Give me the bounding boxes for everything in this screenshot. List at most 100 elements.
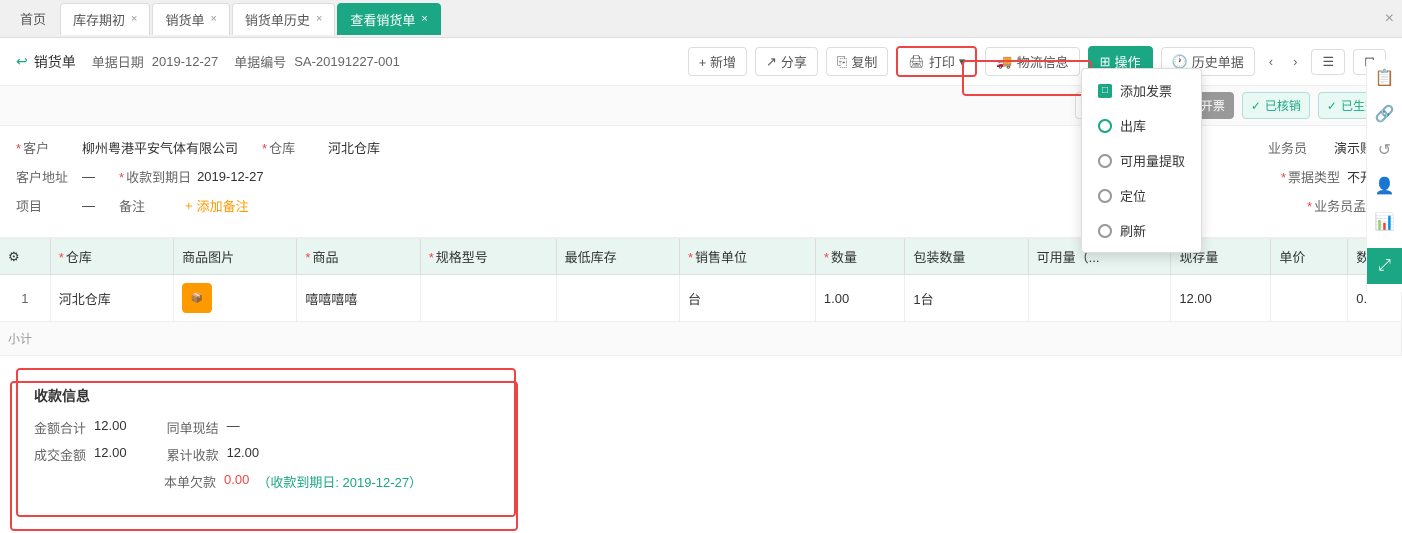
close-window-btn[interactable]: × bbox=[1385, 10, 1394, 28]
row-price bbox=[1271, 275, 1348, 322]
col-min-stock: 最低库存 bbox=[556, 239, 679, 275]
tab-close-view-sales[interactable]: × bbox=[421, 13, 427, 25]
tab-close-sales[interactable]: × bbox=[210, 13, 216, 25]
print-btn[interactable]: 🖨 打印 ▾ bbox=[896, 46, 977, 77]
sidebar-user-icon[interactable]: 👤 bbox=[1375, 176, 1395, 196]
field-group-1: 客户 柳州粤港平安气体有限公司 仓库 河北仓库 bbox=[16, 138, 1260, 157]
staff-label: 业务员 bbox=[1268, 138, 1328, 157]
dropdown-arrow-print: ▾ bbox=[959, 54, 966, 70]
doc-date-label: 单据日期 2019-12-27 bbox=[92, 52, 219, 71]
operations-dropdown: □ 添加发票 出库 可用量提取 定位 刷新 bbox=[1081, 68, 1202, 253]
payment-box: 收款信息 金额合计 12.00 同单现结 — 成交金额 12.00 累计收款 1… bbox=[16, 368, 516, 517]
subtotal-label: 小计 bbox=[0, 322, 1402, 356]
available-icon bbox=[1098, 154, 1112, 168]
doc-title-text: 销货单 bbox=[34, 52, 76, 72]
dropdown-available[interactable]: 可用量提取 bbox=[1082, 143, 1201, 178]
dropdown-add-invoice[interactable]: □ 添加发票 bbox=[1082, 73, 1201, 108]
view-list-btn[interactable]: ☰ bbox=[1311, 49, 1345, 75]
logistics-icon: 🚚 bbox=[996, 54, 1012, 70]
add-note-btn[interactable]: + 添加备注 bbox=[185, 196, 249, 215]
field-project: 项目 — bbox=[16, 196, 95, 215]
warehouse-label: 仓库 bbox=[262, 138, 322, 157]
tab-sales[interactable]: 销货单 × bbox=[152, 3, 229, 35]
payment-date-value[interactable]: 2019-12-27 bbox=[197, 169, 264, 184]
doc-title: ↩ 销货单 bbox=[16, 52, 76, 72]
sidebar-doc-icon[interactable]: 📋 bbox=[1375, 68, 1395, 88]
out-warehouse-icon bbox=[1098, 119, 1112, 133]
project-label: 项目 bbox=[16, 196, 76, 215]
deal-value: 12.00 bbox=[94, 445, 127, 464]
plus-icon: + bbox=[185, 198, 193, 213]
staff2-label: 业务员孟 bbox=[1307, 196, 1367, 215]
check-icon: ✓ bbox=[1251, 99, 1261, 113]
dropdown-locate[interactable]: 定位 bbox=[1082, 178, 1201, 213]
copy-icon: ⎘ bbox=[837, 54, 847, 70]
customer-label: 客户 bbox=[16, 138, 76, 157]
customer-value[interactable]: 柳州粤港平安气体有限公司 bbox=[82, 138, 238, 157]
tab-inventory[interactable]: 库存期初 × bbox=[60, 3, 150, 35]
tab-close-inventory[interactable]: × bbox=[131, 13, 137, 25]
tab-close-sales-history[interactable]: × bbox=[316, 13, 322, 25]
deal-item: 成交金额 12.00 bbox=[34, 445, 127, 464]
due-value: 0.00 bbox=[224, 472, 249, 491]
product-table-container: ⚙ 仓库 商品图片 商品 规格型号 最低库存 销售单位 数量 包装数量 可用量（… bbox=[0, 238, 1402, 356]
field-payment-date: 收款到期日 2019-12-27 bbox=[119, 167, 264, 186]
logistics-btn[interactable]: 🚚 物流信息 bbox=[985, 47, 1079, 76]
row-current: 12.00 bbox=[1171, 275, 1271, 322]
tab-view-sales[interactable]: 查看销货单 × bbox=[337, 3, 440, 35]
sidebar-chart-icon[interactable]: 📊 bbox=[1375, 212, 1395, 232]
add-invoice-icon: □ bbox=[1098, 84, 1112, 98]
payment-row-2: 成交金额 12.00 累计收款 12.00 bbox=[34, 445, 498, 464]
share-icon: ↗ bbox=[766, 54, 777, 70]
field-warehouse: 仓库 河北仓库 bbox=[262, 138, 380, 157]
note-label: 备注 bbox=[119, 196, 179, 215]
table-row: 1 河北仓库 📦 嘻嘻嘻嘻 台 1.00 1台 12.00 0. bbox=[0, 275, 1402, 322]
sidebar-expand-icon[interactable]: ⤢ bbox=[1367, 248, 1402, 284]
due-item: 本单欠款 0.00 （收款到期日: 2019-12-27） bbox=[164, 472, 422, 491]
same-order-value: — bbox=[227, 418, 240, 437]
sidebar-refresh-icon[interactable]: ↺ bbox=[1378, 140, 1391, 160]
payment-row-1: 金额合计 12.00 同单现结 — bbox=[34, 418, 498, 437]
col-settings[interactable]: ⚙ bbox=[0, 239, 50, 275]
row-min-stock bbox=[556, 275, 679, 322]
col-img: 商品图片 bbox=[174, 239, 297, 275]
refresh-icon bbox=[1098, 224, 1112, 238]
right-sidebar: 📋 🔗 ↺ 👤 📊 ⤢ bbox=[1366, 60, 1402, 292]
dropdown-out-warehouse[interactable]: 出库 bbox=[1082, 108, 1201, 143]
copy-btn[interactable]: ⎘ 复制 bbox=[826, 47, 888, 76]
field-address: 客户地址 — bbox=[16, 167, 95, 186]
col-price: 单价 bbox=[1271, 239, 1348, 275]
same-order-label: 同单现结 bbox=[167, 418, 219, 437]
payment-date-label: 收款到期日 bbox=[119, 167, 191, 186]
row-unit: 台 bbox=[679, 275, 815, 322]
project-value: — bbox=[82, 198, 95, 213]
doc-number-label: 单据编号 SA-20191227-001 bbox=[234, 52, 400, 71]
share-btn[interactable]: ↗ 分享 bbox=[755, 47, 818, 76]
col-spec: 规格型号 bbox=[420, 239, 556, 275]
tab-home[interactable]: 首页 bbox=[8, 3, 58, 34]
col-warehouse: 仓库 bbox=[50, 239, 173, 275]
row-spec bbox=[420, 275, 556, 322]
tab-sales-history[interactable]: 销货单历史 × bbox=[232, 3, 335, 35]
address-value: — bbox=[82, 169, 95, 184]
same-order-item: 同单现结 — bbox=[167, 418, 240, 437]
next-btn[interactable]: › bbox=[1287, 50, 1303, 73]
tab-bar: 首页 库存期初 × 销货单 × 销货单历史 × 查看销货单 × × bbox=[0, 0, 1402, 38]
payment-title: 收款信息 bbox=[34, 386, 498, 406]
prev-btn[interactable]: ‹ bbox=[1263, 50, 1279, 73]
due-note: （收款到期日: 2019-12-27） bbox=[257, 472, 422, 491]
approved-btn[interactable]: ✓ 已核销 bbox=[1242, 92, 1310, 119]
total-item: 金额合计 12.00 bbox=[34, 418, 127, 437]
ticket-type-label: 票据类型 bbox=[1281, 167, 1341, 186]
effective-icon: ✓ bbox=[1327, 99, 1337, 113]
new-btn[interactable]: + 新增 bbox=[688, 47, 747, 76]
col-product: 商品 bbox=[297, 239, 420, 275]
doc-actions: + 新增 ↗ 分享 ⎘ 复制 🖨 打印 ▾ 🚚 物流信息 ⊞ 操作 bbox=[688, 46, 1386, 77]
locate-icon bbox=[1098, 189, 1112, 203]
cumulative-value: 12.00 bbox=[227, 445, 260, 464]
sidebar-link-icon[interactable]: 🔗 bbox=[1375, 104, 1395, 124]
dropdown-refresh[interactable]: 刷新 bbox=[1082, 213, 1201, 248]
warehouse-value[interactable]: 河北仓库 bbox=[328, 138, 380, 157]
total-label: 金额合计 bbox=[34, 418, 86, 437]
total-value: 12.00 bbox=[94, 418, 127, 437]
